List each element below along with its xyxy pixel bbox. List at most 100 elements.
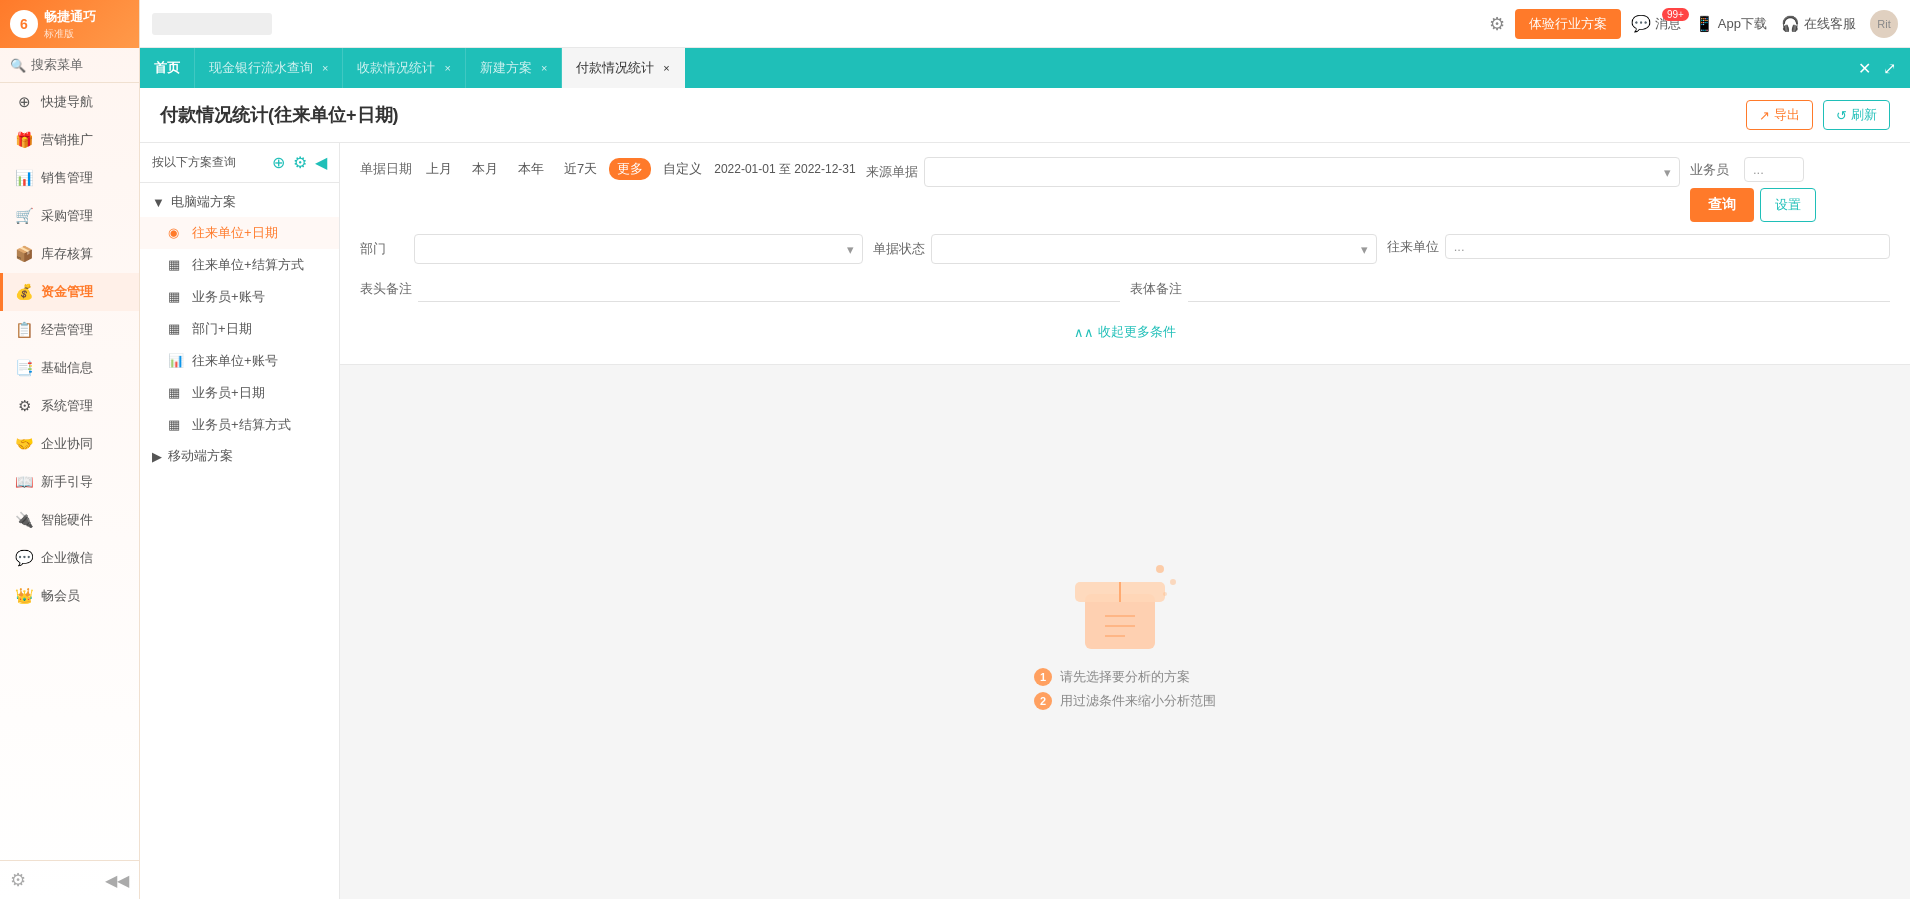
empty-icon-svg (1065, 554, 1185, 654)
chevron-down-icon: ▼ (152, 195, 165, 210)
sidebar-item-inventory[interactable]: 📦 库存核算 (0, 235, 139, 273)
tab-home[interactable]: 首页 (140, 48, 195, 88)
tab-payment-stat-close[interactable]: × (663, 62, 669, 74)
source-select[interactable]: ▾ (924, 157, 1680, 187)
online-service-link[interactable]: 🎧 在线客服 (1781, 15, 1856, 33)
message-button[interactable]: 💬 消息 99+ (1631, 14, 1681, 33)
scheme-add-button[interactable]: ⊕ (272, 153, 285, 172)
chevron-right-icon: ▶ (152, 449, 162, 464)
filter-source-item: 来源单据 ▾ (866, 157, 1680, 187)
tab-expand-button[interactable]: ⤢ (1879, 55, 1900, 82)
date-label: 单据日期 (360, 160, 412, 178)
dept-label: 部门 (360, 240, 408, 258)
sidebar-item-operations[interactable]: 📋 经营管理 (0, 311, 139, 349)
salesman-input[interactable]: ... (1744, 157, 1804, 182)
sidebar-item-purchase[interactable]: 🛒 采购管理 (0, 197, 139, 235)
scheme-item-staff-date[interactable]: ▦ 业务员+日期 (140, 377, 339, 409)
app-download-link[interactable]: 📱 App下载 (1695, 15, 1767, 33)
scheme-item-staff-account[interactable]: ▦ 业务员+账号 (140, 281, 339, 313)
partner-account-icon: 📊 (168, 353, 184, 369)
tabbar: 首页 现金银行流水查询 × 收款情况统计 × 新建方案 × 付款情况统计 × ✕… (140, 48, 1910, 88)
export-button[interactable]: ↗ 导出 (1746, 100, 1813, 130)
sidebar-item-marketing[interactable]: 🎁 营销推广 (0, 121, 139, 159)
query-button[interactable]: 查询 (1690, 188, 1754, 222)
filter-row-3: 表头备注 表体备注 (360, 276, 1890, 302)
footer-collapse-icon[interactable]: ◀◀ (105, 871, 129, 890)
date-this-year[interactable]: 本年 (510, 157, 552, 181)
tab-payment-stat[interactable]: 付款情况统计 × (562, 48, 684, 88)
date-custom[interactable]: 自定义 (655, 157, 710, 181)
svg-point-4 (1170, 579, 1176, 585)
filter-body-note-item: 表体备注 (1130, 276, 1890, 302)
try-industry-button[interactable]: 体验行业方案 (1515, 9, 1621, 39)
sidebar-header: 6 畅捷通巧 标准版 (0, 0, 139, 48)
svg-point-3 (1156, 565, 1164, 573)
partner-input[interactable]: ... (1445, 234, 1890, 259)
basics-icon: 📑 (15, 359, 33, 377)
empty-illustration (1065, 554, 1185, 654)
date-last-month[interactable]: 上月 (418, 157, 460, 181)
topbar-right: 💬 消息 99+ 📱 App下载 🎧 在线客服 Rit (1631, 10, 1898, 38)
setting-button[interactable]: 设置 (1760, 188, 1816, 222)
inventory-icon: 📦 (15, 245, 33, 263)
sidebar-item-hardware[interactable]: 🔌 智能硬件 (0, 501, 139, 539)
scheme-collapse-button[interactable]: ◀ (315, 153, 327, 172)
scheme-group-mobile: ▶ 移动端方案 (140, 441, 339, 471)
refresh-button[interactable]: ↺ 刷新 (1823, 100, 1890, 130)
sidebar-item-capital[interactable]: 💰 资金管理 (0, 273, 139, 311)
topbar-settings-icon[interactable]: ⚙ (1489, 13, 1505, 35)
scheme-item-partner-account[interactable]: 📊 往来单位+账号 (140, 345, 339, 377)
message-badge: 99+ (1662, 8, 1689, 21)
filter-date-item: 单据日期 上月 本月 本年 近7天 更多 自定义 2022-01-01 至 20… (360, 157, 856, 181)
sidebar-footer: ⚙ ◀◀ (0, 860, 139, 899)
user-avatar[interactable]: Rit (1870, 10, 1898, 38)
refresh-icon: ↺ (1836, 108, 1847, 123)
page: 付款情况统计(往来单位+日期) ↗ 导出 ↺ 刷新 按以下方案查询 ⊕ (140, 88, 1910, 899)
scheme-settings-button[interactable]: ⚙ (293, 153, 307, 172)
body-note-input[interactable] (1188, 276, 1890, 302)
step-1-number: 1 (1034, 668, 1052, 686)
salesman-label: 业务员 (1690, 161, 1738, 179)
filter-salesman-item: 业务员 ... (1690, 157, 1890, 182)
header-note-input[interactable] (418, 276, 1120, 302)
scheme-item-partner-date[interactable]: ◉ 往来单位+日期 (140, 217, 339, 249)
guide-icon: 📖 (15, 473, 33, 491)
tab-new-scheme[interactable]: 新建方案 × (466, 48, 562, 88)
scheme-item-partner-payment[interactable]: ▦ 往来单位+结算方式 (140, 249, 339, 281)
tab-new-scheme-close[interactable]: × (541, 62, 547, 74)
footer-settings-icon[interactable]: ⚙ (10, 869, 26, 891)
tab-receipt-stat[interactable]: 收款情况统计 × (343, 48, 465, 88)
tab-bank-flow-close[interactable]: × (322, 62, 328, 74)
scheme-group-mobile-title[interactable]: ▶ 移动端方案 (140, 441, 339, 471)
tabbar-actions: ✕ ⤢ (1844, 55, 1910, 82)
doc-status-select[interactable]: ▾ (931, 234, 1376, 264)
scheme-group-desktop-title[interactable]: ▼ 电脑端方案 (140, 187, 339, 217)
sidebar-item-quick-nav[interactable]: ⊕ 快捷导航 (0, 83, 139, 121)
dept-select[interactable]: ▾ (414, 234, 863, 264)
filter-header-note-item: 表头备注 (360, 276, 1120, 302)
sidebar-item-system[interactable]: ⚙ 系统管理 (0, 387, 139, 425)
collapse-conditions-button[interactable]: ∧∧ 收起更多条件 (1064, 318, 1186, 346)
hardware-icon: 🔌 (15, 511, 33, 529)
filter-dept-item: 部门 ▾ (360, 234, 863, 264)
wechat-icon: 💬 (15, 549, 33, 567)
date-more[interactable]: 更多 (609, 158, 651, 180)
sidebar-item-wechat[interactable]: 💬 企业微信 (0, 539, 139, 577)
tab-close-all-button[interactable]: ✕ (1854, 55, 1875, 82)
tab-receipt-stat-close[interactable]: × (444, 62, 450, 74)
message-icon: 💬 (1631, 14, 1651, 33)
sidebar-item-basics[interactable]: 📑 基础信息 (0, 349, 139, 387)
sales-icon: 📊 (15, 169, 33, 187)
scheme-item-staff-payment[interactable]: ▦ 业务员+结算方式 (140, 409, 339, 441)
sidebar-item-guide[interactable]: 📖 新手引导 (0, 463, 139, 501)
sidebar-item-sales[interactable]: 📊 销售管理 (0, 159, 139, 197)
collapse-row: ∧∧ 收起更多条件 (360, 314, 1890, 350)
tab-bank-flow[interactable]: 现金银行流水查询 × (195, 48, 343, 88)
filter-partner-item: 往来单位 ... (1387, 234, 1890, 259)
date-last-7[interactable]: 近7天 (556, 157, 605, 181)
sidebar-item-member[interactable]: 👑 畅会员 (0, 577, 139, 615)
scheme-item-dept-date[interactable]: ▦ 部门+日期 (140, 313, 339, 345)
sidebar-item-enterprise[interactable]: 🤝 企业协同 (0, 425, 139, 463)
date-this-month[interactable]: 本月 (464, 157, 506, 181)
search-menu[interactable]: 🔍 搜索菜单 (0, 48, 139, 83)
